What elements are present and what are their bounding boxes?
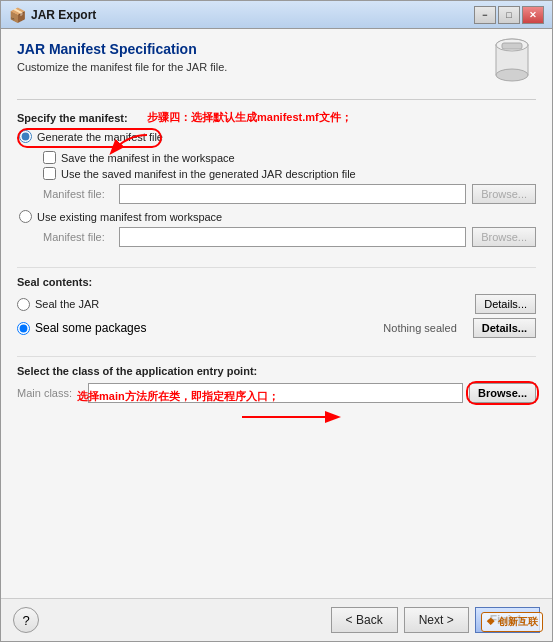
svg-point-2 — [496, 69, 528, 81]
browse-main-container: Browse... — [469, 383, 536, 403]
main-class-row: Main class: Browse... — [17, 383, 536, 403]
save-manifest-item: Save the manifest in the workspace — [43, 151, 536, 164]
seal-packages-right: Nothing sealed Details... — [383, 318, 536, 338]
dialog-content: JAR Manifest Specification Customize the… — [1, 29, 552, 598]
manifest-file-input2[interactable] — [119, 227, 466, 247]
browse-button-1[interactable]: Browse... — [472, 184, 536, 204]
main-class-arrow — [237, 405, 357, 433]
browse-main-button[interactable]: Browse... — [469, 383, 536, 403]
svg-rect-4 — [502, 43, 522, 49]
save-manifest-checkbox[interactable] — [43, 151, 56, 164]
use-existing-label[interactable]: Use existing manifest from workspace — [37, 211, 222, 223]
checkbox-group: Save the manifest in the workspace Use t… — [43, 151, 536, 180]
restore-button[interactable]: □ — [498, 6, 520, 24]
seal-jar-item: Seal the JAR Details... — [17, 294, 536, 314]
separator1 — [17, 267, 536, 268]
details-button-2[interactable]: Details... — [473, 318, 536, 338]
use-saved-checkbox[interactable] — [43, 167, 56, 180]
manifest-file-label1: Manifest file: — [43, 188, 113, 200]
seal-packages-left: Seal some packages — [17, 321, 146, 335]
generate-radio-item: Generate the manifest file — [19, 130, 163, 143]
entry-point-label: Select the class of the application entr… — [17, 365, 536, 377]
seal-packages-label[interactable]: Seal some packages — [35, 321, 146, 335]
seal-section: Seal contents: Seal the JAR Details... S… — [17, 276, 536, 338]
seal-jar-radio[interactable] — [17, 298, 30, 311]
window-controls: − □ ✕ — [474, 6, 544, 24]
jar-export-window: 📦 JAR Export − □ ✕ JAR Manifest Specific… — [0, 0, 553, 642]
window-icon: 📦 — [9, 7, 25, 23]
seal-packages-radio[interactable] — [17, 322, 30, 335]
seal-label: Seal contents: — [17, 276, 536, 288]
manifest-file-row2: Manifest file: Browse... — [43, 227, 536, 247]
jar-icon — [492, 37, 536, 89]
window-title: JAR Export — [31, 8, 474, 22]
footer-left: ? — [13, 607, 39, 633]
footer: ? < Back Next > Finish — [1, 598, 552, 641]
browse-button-2[interactable]: Browse... — [472, 227, 536, 247]
main-class-input[interactable] — [88, 383, 463, 403]
use-saved-label: Use the saved manifest in the generated … — [61, 168, 356, 180]
manifest-file-row1: Manifest file: Browse... — [43, 184, 536, 204]
manifest-file-input1[interactable] — [119, 184, 466, 204]
use-existing-radio[interactable] — [19, 210, 32, 223]
back-button[interactable]: < Back — [331, 607, 398, 633]
entry-point-section: Select the class of the application entr… — [17, 365, 536, 403]
generate-radio-container: Generate the manifest file — [19, 130, 163, 147]
main-class-label: Main class: — [17, 387, 82, 399]
separator2 — [17, 356, 536, 357]
help-button[interactable]: ? — [13, 607, 39, 633]
specify-label: Specify the manifest: — [17, 112, 536, 124]
seal-packages-row: Seal some packages Nothing sealed Detail… — [17, 318, 536, 338]
finish-button[interactable]: Finish — [475, 607, 540, 633]
minimize-button[interactable]: − — [474, 6, 496, 24]
close-button[interactable]: ✕ — [522, 6, 544, 24]
details-button-1[interactable]: Details... — [475, 294, 536, 314]
save-manifest-label: Save the manifest in the workspace — [61, 152, 235, 164]
next-button[interactable]: Next > — [404, 607, 469, 633]
header-area: JAR Manifest Specification Customize the… — [17, 41, 536, 100]
generate-label[interactable]: Generate the manifest file — [37, 131, 163, 143]
specify-manifest-section: Specify the manifest: 步骤四：选择默认生成manifest… — [17, 112, 536, 253]
manifest-file-label2: Manifest file: — [43, 231, 113, 243]
section-title: JAR Manifest Specification — [17, 41, 227, 57]
footer-right: < Back Next > Finish — [331, 607, 540, 633]
radio-group-manifest: Generate the manifest file Save the mani… — [19, 130, 536, 247]
nothing-sealed-text: Nothing sealed — [383, 322, 456, 334]
use-saved-item: Use the saved manifest in the generated … — [43, 167, 536, 180]
generate-radio[interactable] — [19, 130, 32, 143]
main-class-container: 选择main方法所在类，即指定程序入口； Main class: — [17, 383, 536, 403]
section-desc: Customize the manifest file for the JAR … — [17, 61, 227, 73]
title-bar: 📦 JAR Export − □ ✕ — [1, 1, 552, 29]
seal-jar-label[interactable]: Seal the JAR — [35, 298, 99, 310]
use-existing-item: Use existing manifest from workspace — [19, 210, 536, 223]
